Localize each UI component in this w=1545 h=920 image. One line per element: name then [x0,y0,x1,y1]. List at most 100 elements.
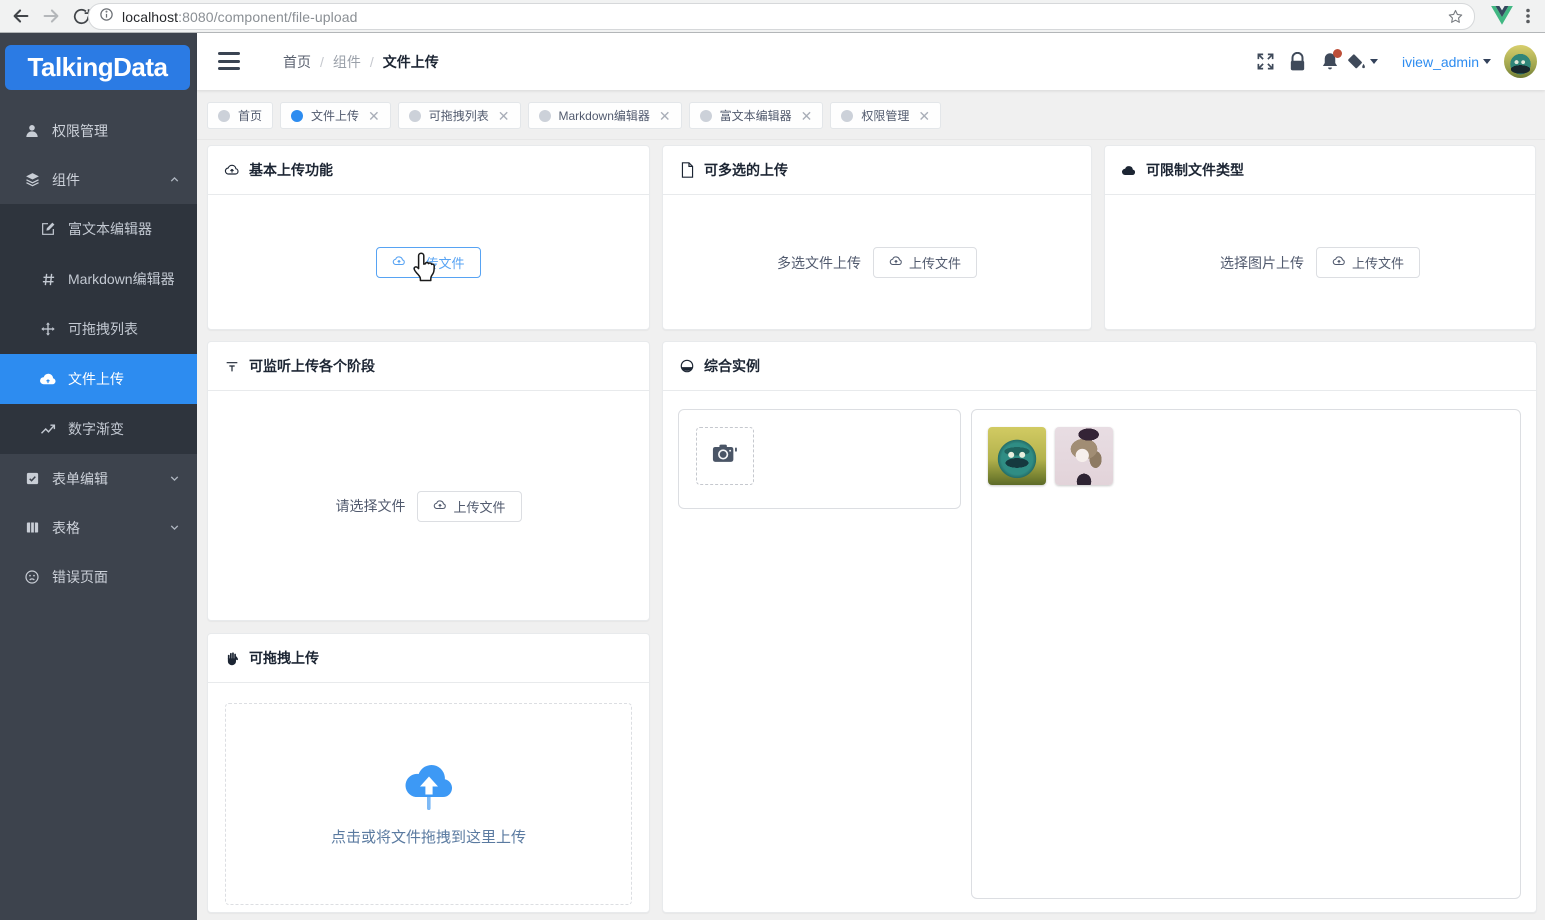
tab-draggable-list[interactable]: 可拖拽列表 ✕ [397,102,521,129]
menu-toggle-icon[interactable] [218,52,240,75]
breadcrumb-home[interactable]: 首页 [283,52,311,72]
funnel-icon [223,358,241,374]
sidebar-item-draggable-list[interactable]: 可拖拽列表 [0,304,197,354]
page-info-icon[interactable] [99,7,114,27]
sidebar-item-form-editor[interactable]: 表单编辑 [0,454,197,503]
button-label: 上传文件 [1351,256,1404,271]
contrast-circle-icon [678,358,696,374]
lock-icon[interactable] [1282,46,1314,78]
person-icon [23,123,41,139]
card-multi-upload: 可多选的上传 多选文件上传 上传文件 [662,145,1092,330]
tag-label: 文件上传 [311,109,360,123]
fullscreen-icon[interactable] [1250,46,1282,78]
url-path: :8080/component/file-upload [178,8,358,25]
app-header: 首页 / 组件 / 文件上传 iview_admin [197,33,1545,90]
sidebar-item-count-to[interactable]: 数字渐变 [0,404,197,454]
close-icon[interactable]: ✕ [918,109,930,123]
main-area: 首页 / 组件 / 文件上传 iview_admin 首页 文件上传 ✕ 可拖拽… [197,33,1545,920]
close-icon[interactable]: ✕ [368,109,380,123]
card-title: 基本上传功能 [249,162,333,178]
uploaded-image-girl[interactable] [1055,427,1113,485]
sidebar-item-error-pages[interactable]: 错误页面 [0,552,197,601]
upload-label: 多选文件上传 [776,254,861,271]
card-title: 综合实例 [704,358,760,374]
open-tags-bar: 首页 文件上传 ✕ 可拖拽列表 ✕ Markdown编辑器 ✕ 富文本编辑器 ✕ [197,90,1545,140]
add-image-button[interactable] [696,427,754,485]
back-icon[interactable] [6,1,36,31]
camera-icon [712,443,738,469]
sidebar-item-label: 错误页面 [52,568,108,585]
sidebar-item-rich-editor[interactable]: 富文本编辑器 [0,204,197,254]
sidebar-item-label: 表格 [52,519,80,536]
browser-toolbar: localhost:8080/component/file-upload [0,0,1545,33]
address-bar[interactable]: localhost:8080/component/file-upload [88,3,1475,30]
vue-devtools-icon[interactable] [1491,6,1513,30]
close-icon[interactable]: ✕ [659,109,671,123]
drag-drop-area[interactable]: 点击或将文件拖拽到这里上传 [225,703,632,905]
card-drag-upload: 可拖拽上传 点击或将文件拖拽到这里上传 [207,633,650,913]
notifications-bell-icon[interactable] [1314,46,1346,78]
hash-icon [39,272,57,287]
cloud-upload-icon [1332,254,1346,271]
url-host: localhost [122,8,179,25]
upload-file-button[interactable]: 上传文件 [417,490,522,522]
sidebar-item-components[interactable]: 组件 [0,155,197,204]
tag-label: 富文本编辑器 [719,109,792,123]
sidebar-item-permissions[interactable]: 权限管理 [0,106,197,155]
sidebar-menu: 权限管理 组件 富文本编辑器 Markdown编辑器 可拖拽列表 文件上传 数字… [0,106,197,601]
cloud-upload-icon [392,254,406,271]
button-label: 上传文件 [412,256,465,271]
close-icon[interactable]: ✕ [498,109,510,123]
sidebar-item-label: 权限管理 [52,122,108,139]
hand-icon [223,650,241,666]
card-restrict-type: 可限制文件类型 选择图片上传 上传文件 [1104,145,1536,330]
page-content: 基本上传功能 上传文件 可多选的上传 多选文件上传 上传文件 可限制文件类型 选… [197,140,1545,920]
bookmark-star-icon[interactable] [1447,8,1464,25]
user-avatar[interactable] [1504,45,1537,78]
big-cloud-upload-icon [400,761,458,818]
upload-label: 请选择文件 [335,498,406,514]
layers-icon [23,171,41,188]
logo[interactable]: TalkingData [5,45,190,90]
sidebar-item-label: Markdown编辑器 [68,271,175,287]
cloud-upload-icon [39,372,57,386]
button-label: 上传文件 [908,256,961,271]
tab-rich-editor[interactable]: 富文本编辑器 ✕ [688,102,824,129]
card-combined-example: 综合实例 [662,341,1537,913]
tag-dot-icon [408,109,421,122]
upload-file-button[interactable]: 上传文件 [872,247,977,278]
tag-dot-icon [538,109,551,122]
breadcrumb-components: 组件 [332,53,361,70]
card-listen-stages: 可监听上传各个阶段 请选择文件 上传文件 [207,341,650,621]
tab-file-upload[interactable]: 文件上传 ✕ [280,102,391,129]
sidebar-item-tables[interactable]: 表格 [0,503,197,552]
theme-bucket-icon[interactable] [1346,46,1378,78]
chevron-up-icon [168,173,181,189]
user-menu[interactable]: iview_admin [1402,54,1491,70]
document-icon [678,162,696,178]
forward-icon[interactable] [36,1,66,31]
compose-icon [39,221,57,237]
caret-down-icon [1369,59,1378,64]
drop-hint-text: 点击或将文件拖拽到这里上传 [330,829,526,846]
upload-file-button[interactable]: 上传文件 [376,247,481,278]
upload-file-button[interactable]: 上传文件 [1315,247,1420,278]
tab-permissions[interactable]: 权限管理 ✕ [830,102,942,129]
card-title: 可多选的上传 [704,162,788,178]
chevron-down-icon [168,521,181,537]
sidebar-submenu-components: 富文本编辑器 Markdown编辑器 可拖拽列表 文件上传 数字渐变 [0,204,197,454]
close-icon[interactable]: ✕ [801,109,813,123]
tab-home[interactable]: 首页 [207,102,274,129]
uploaded-list-panel [971,409,1521,899]
uploaded-image-monster[interactable] [988,427,1046,485]
cloud-filled-icon [1120,164,1138,177]
sidebar-item-file-upload[interactable]: 文件上传 [0,354,197,404]
sad-face-icon [23,569,41,585]
sidebar-item-label: 数字渐变 [68,421,124,437]
sidebar-item-markdown-editor[interactable]: Markdown编辑器 [0,254,197,304]
browser-menu-icon[interactable] [1519,6,1537,31]
tag-label: 首页 [238,109,263,123]
tab-markdown-editor[interactable]: Markdown编辑器 ✕ [527,102,682,129]
button-label: 上传文件 [453,499,506,515]
tag-dot-icon [218,109,230,122]
